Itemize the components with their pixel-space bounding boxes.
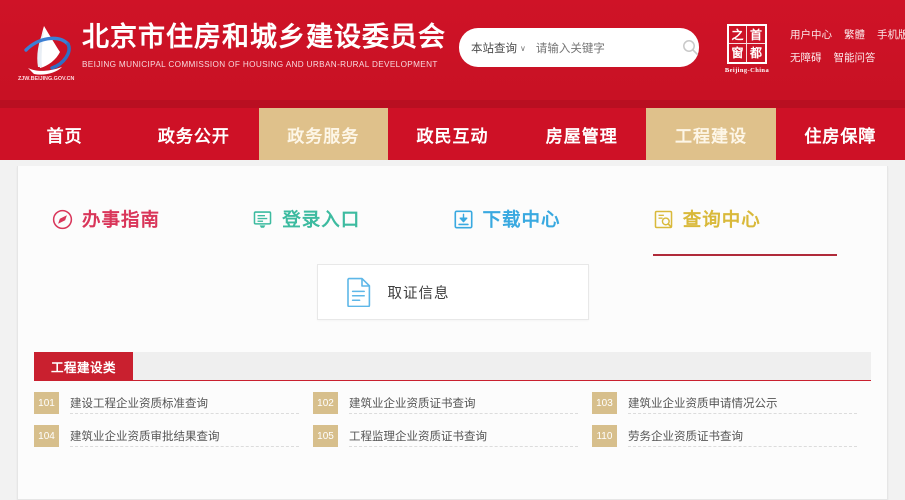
seal-char-2: 首	[747, 26, 765, 44]
tab-label: 办事指南	[82, 210, 161, 231]
subcard-label: 取证信息	[387, 285, 450, 302]
nav-item-housing-management[interactable]: 房屋管理	[517, 108, 646, 160]
tab-label: 下载中心	[482, 210, 561, 231]
item-label: 劳务企业资质证书查询	[627, 425, 857, 447]
list-item[interactable]: 104 建筑业企业资质审批结果查询	[34, 423, 313, 449]
nav-label: 政务服务	[287, 126, 360, 147]
site-header: ZJW.BEIJING.GOV.CN 北京市住房和城乡建设委员会 BEIJING…	[0, 0, 905, 100]
subcard-evidence-info[interactable]: 取证信息	[316, 264, 589, 320]
query-item-grid: 101 建设工程企业资质标准查询 102 建筑业企业资质证书查询 103 建筑业…	[34, 381, 871, 456]
list-item[interactable]: 101 建设工程企业资质标准查询	[34, 390, 313, 416]
link-smart-qa[interactable]: 智能问答	[834, 50, 876, 65]
subcard-row: 取证信息	[18, 264, 887, 320]
tab-guide[interactable]: 办事指南	[52, 206, 252, 256]
monitor-icon	[253, 210, 272, 228]
item-label: 建设工程企业资质标准查询	[70, 392, 299, 414]
list-item[interactable]: 102 建筑业企业资质证书查询	[312, 390, 592, 416]
category-tag-engineering[interactable]: 工程建设类	[34, 352, 134, 380]
list-item[interactable]: 110 劳务企业资质证书查询	[591, 423, 871, 449]
tab-download-center[interactable]: 下载中心	[453, 206, 653, 256]
category-section: 工程建设类 101 建设工程企业资质标准查询 102 建筑业企业资质证书查询 1…	[34, 352, 871, 456]
item-label: 建筑业企业资质证书查询	[348, 392, 578, 414]
nav-label: 房屋管理	[545, 126, 618, 147]
compass-icon	[52, 209, 73, 229]
item-number: 102	[312, 392, 338, 414]
nav-item-government-services[interactable]: 政务服务	[258, 108, 388, 160]
tab-label: 登录入口	[282, 210, 361, 231]
item-label: 建筑业企业资质申请情况公示	[627, 392, 857, 414]
nav-item-public-interaction[interactable]: 政民互动	[388, 108, 517, 160]
seal-char-1: 之	[729, 26, 747, 44]
content-card: 办事指南 登录入口 下载中心 查询中心 取证信息 工程建设类 101 建设工程企…	[17, 166, 888, 500]
beijing-china-seal-logo[interactable]: 之 首 窗 都 Beijing-China	[722, 24, 772, 74]
nav-item-government-openness[interactable]: 政务公开	[129, 108, 258, 160]
service-tabs: 办事指南 登录入口 下载中心 查询中心	[18, 166, 887, 256]
search-document-icon	[654, 210, 673, 228]
seal-label-en: Beijing-China	[724, 67, 770, 74]
main-nav: 首页 政务公开 政务服务 政民互动 房屋管理 工程建设 住房保障	[0, 108, 905, 160]
item-number: 104	[34, 425, 59, 447]
item-number: 101	[34, 392, 59, 414]
header-links-row-1: 用户中心 繁體 手机版	[790, 27, 905, 42]
nav-label: 政民互动	[416, 126, 489, 147]
seal-char-4: 都	[749, 46, 762, 60]
header-links: 用户中心 繁體 手机版 无障碍 智能问答	[790, 24, 905, 73]
nav-item-home[interactable]: 首页	[0, 108, 129, 160]
nav-item-engineering-construction[interactable]: 工程建设	[646, 108, 776, 160]
search-input[interactable]	[535, 40, 682, 55]
nav-label: 工程建设	[675, 126, 748, 147]
header-right-block: 之 首 窗 都 Beijing-China 用户中心 繁體 手机版 无障碍 智能…	[722, 24, 905, 74]
item-label: 建筑业企业资质审批结果查询	[70, 425, 299, 447]
site-title-en: BEIJING MUNICIPAL COMMISSION OF HOUSING …	[82, 60, 438, 69]
document-icon	[346, 277, 370, 307]
item-number: 103	[591, 392, 617, 414]
item-number: 110	[591, 425, 617, 447]
search-button[interactable]	[682, 34, 699, 62]
link-mobile-version[interactable]: 手机版	[877, 27, 905, 42]
link-traditional-chinese[interactable]: 繁體	[844, 27, 865, 42]
nav-label: 政务公开	[157, 126, 230, 147]
nav-item-housing-security[interactable]: 住房保障	[776, 108, 905, 160]
site-logo[interactable]: ZJW.BEIJING.GOV.CN 北京市住房和城乡建设委员会 BEIJING…	[14, 18, 446, 82]
list-item[interactable]: 103 建筑业企业资质申请情况公示	[591, 390, 871, 416]
link-user-center[interactable]: 用户中心	[790, 27, 832, 42]
nav-label: 住房保障	[804, 126, 877, 147]
chevron-down-icon: ∨	[520, 43, 526, 53]
seal-char-3: 窗	[729, 44, 747, 62]
header-links-row-2: 无障碍 智能问答	[790, 50, 905, 65]
list-item[interactable]: 105 工程监理企业资质证书查询	[312, 423, 592, 449]
site-title-cn: 北京市住房和城乡建设委员会	[82, 22, 446, 53]
nav-label: 首页	[46, 126, 83, 147]
category-header: 工程建设类	[34, 352, 871, 381]
item-label: 工程监理企业资质证书查询	[348, 425, 578, 447]
item-number: 105	[312, 425, 338, 447]
search-scope-label: 本站查询	[471, 40, 517, 55]
tab-query-center[interactable]: 查询中心	[652, 206, 853, 256]
svg-text:ZJW.BEIJING.GOV.CN: ZJW.BEIJING.GOV.CN	[18, 76, 75, 82]
category-tag-label: 工程建设类	[51, 359, 117, 375]
link-accessibility[interactable]: 无障碍	[790, 50, 822, 65]
tab-label: 查询中心	[682, 210, 761, 231]
nav-top-divider	[0, 100, 905, 108]
search-icon	[682, 40, 698, 56]
search-box[interactable]: 本站查询 ∨	[459, 28, 699, 67]
download-icon	[453, 209, 473, 229]
tab-login-entry[interactable]: 登录入口	[252, 206, 452, 256]
sailboat-logo-icon: ZJW.BEIJING.GOV.CN	[14, 20, 76, 82]
page-body: 办事指南 登录入口 下载中心 查询中心 取证信息 工程建设类 101 建设工程企…	[0, 160, 905, 500]
search-scope-dropdown[interactable]: 本站查询 ∨	[471, 40, 526, 56]
